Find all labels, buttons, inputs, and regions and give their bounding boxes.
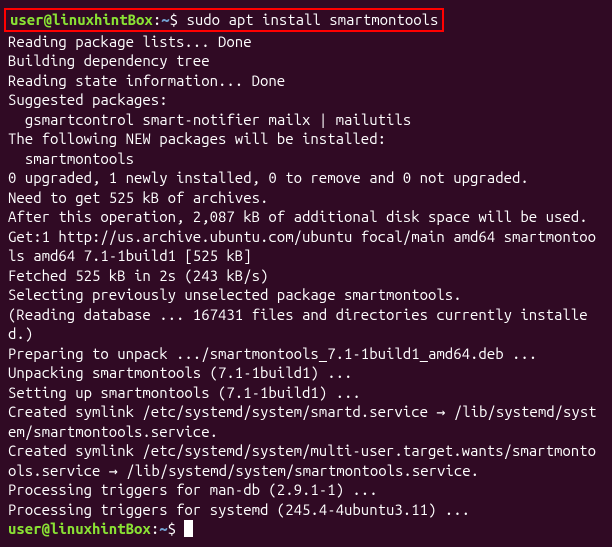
output-line: Get:1 http://us.archive.ubuntu.com/ubunt… bbox=[8, 227, 604, 266]
output-line: Fetched 525 kB in 2s (243 kB/s) bbox=[8, 266, 604, 286]
final-prompt-line[interactable]: user@linuxhintBox:~$ bbox=[8, 519, 604, 539]
prompt-colon: : bbox=[151, 520, 159, 537]
prompt-dollar: $ bbox=[168, 520, 185, 537]
output-line: Need to get 525 kB of archives. bbox=[8, 188, 604, 208]
output-line: Preparing to unpack .../smartmontools_7.… bbox=[8, 344, 604, 364]
prompt-user-host: user@linuxhintBox bbox=[10, 11, 153, 28]
prompt-path: ~ bbox=[159, 520, 167, 537]
output-line: gsmartcontrol smart-notifier mailx | mai… bbox=[8, 110, 604, 130]
output-line: Suggested packages: bbox=[8, 90, 604, 110]
prompt-dollar: $ bbox=[170, 11, 187, 28]
output-line: 0 upgraded, 1 newly installed, 0 to remo… bbox=[8, 168, 604, 188]
output-line: (Reading database ... 167431 files and d… bbox=[8, 305, 604, 344]
output-line: Reading state information... Done bbox=[8, 71, 604, 91]
output-line: Reading package lists... Done bbox=[8, 32, 604, 52]
output-line: Building dependency tree bbox=[8, 51, 604, 71]
prompt-user-host: user@linuxhintBox bbox=[8, 520, 151, 537]
output-line: The following NEW packages will be insta… bbox=[8, 129, 604, 149]
output-line: Setting up smartmontools (7.1-1build1) .… bbox=[8, 383, 604, 403]
output-line: After this operation, 2,087 kB of additi… bbox=[8, 207, 604, 227]
output-line: Created symlink /etc/systemd/system/smar… bbox=[8, 402, 604, 441]
command-line: user@linuxhintBox:~$ sudo apt install sm… bbox=[8, 8, 604, 32]
prompt-colon: : bbox=[153, 11, 161, 28]
output-line: Processing triggers for systemd (245.4-4… bbox=[8, 500, 604, 520]
output-line: Processing triggers for man-db (2.9.1-1)… bbox=[8, 480, 604, 500]
command-text: sudo apt install smartmontools bbox=[186, 11, 438, 28]
prompt-path: ~ bbox=[161, 11, 169, 28]
output-line: smartmontools bbox=[8, 149, 604, 169]
cursor-icon bbox=[184, 520, 193, 537]
output-line: Created symlink /etc/systemd/system/mult… bbox=[8, 441, 604, 480]
highlighted-command: user@linuxhintBox:~$ sudo apt install sm… bbox=[4, 8, 444, 32]
output-line: Unpacking smartmontools (7.1-1build1) ..… bbox=[8, 363, 604, 383]
output-line: Selecting previously unselected package … bbox=[8, 285, 604, 305]
